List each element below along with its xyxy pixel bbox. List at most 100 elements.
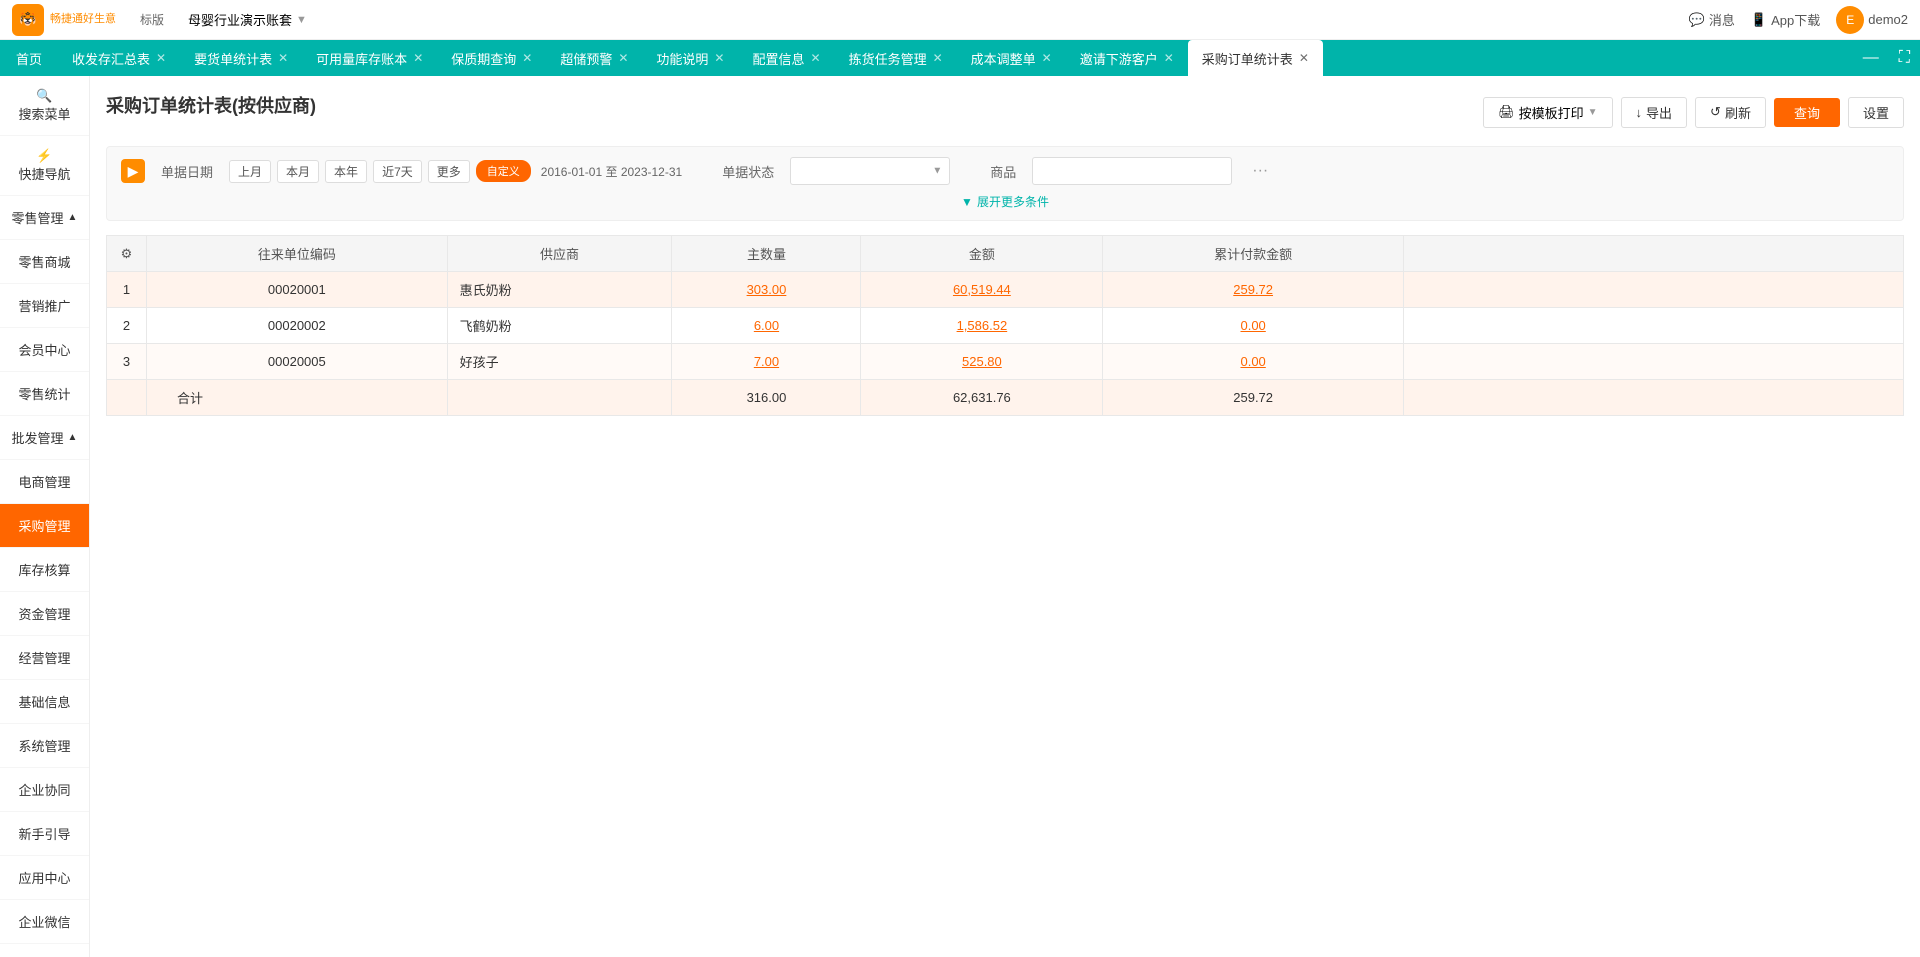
tab-pihuo-close[interactable]: ✕: [933, 51, 943, 65]
settings-btn[interactable]: 设置: [1848, 97, 1904, 128]
tab-chaochuyujing[interactable]: 超储预警 ✕: [546, 40, 642, 76]
tab-chaochuyujing-label: 超储预警: [560, 49, 612, 68]
sidebar-wechat-label: 企业微信: [8, 912, 81, 931]
cell-code-3: 00020005: [147, 344, 448, 380]
sidebar-item-pifa[interactable]: 批发管理 ▲: [0, 416, 89, 460]
tab-caigou-close[interactable]: ✕: [1299, 51, 1309, 65]
goods-input[interactable]: [1032, 157, 1232, 185]
tab-yaohuo-close[interactable]: ✕: [278, 51, 288, 65]
date-last-month-btn[interactable]: 上月: [229, 160, 271, 183]
tab-yaoqing[interactable]: 邀请下游客户 ✕: [1066, 40, 1188, 76]
tab-yaohuo[interactable]: 要货单统计表 ✕: [180, 40, 302, 76]
cell-supplier-3: 好孩子: [447, 344, 672, 380]
sidebar-item-basic[interactable]: 基础信息: [0, 680, 89, 724]
tab-chengben-label: 成本调整单: [971, 49, 1036, 68]
footer-qty: 316.00: [672, 380, 861, 416]
expand-more-btn[interactable]: ▼ 展开更多条件: [121, 193, 1889, 210]
workspace-selector[interactable]: 母婴行业演示账套 ▼: [188, 10, 307, 29]
tab-keyongliang-close[interactable]: ✕: [413, 51, 423, 65]
date-filter-label: 单据日期: [161, 162, 213, 181]
tab-shoufaku[interactable]: 收发存汇总表 ✕: [58, 40, 180, 76]
cell-amount-2: 1,586.52: [861, 308, 1103, 344]
export-btn[interactable]: ↓ 导出: [1621, 97, 1688, 128]
tab-peizhi[interactable]: 配置信息 ✕: [738, 40, 834, 76]
cell-qty-2: 6.00: [672, 308, 861, 344]
cell-extra-3: [1404, 344, 1904, 380]
sidebar-item-quicknav[interactable]: ⚡ 快捷导航: [0, 136, 89, 196]
date-last-7-btn[interactable]: 近7天: [373, 160, 422, 183]
footer-extra: [1404, 380, 1904, 416]
tab-keyongliang-label: 可用量库存账本: [316, 49, 407, 68]
tab-baozhi-close[interactable]: ✕: [522, 51, 532, 65]
sidebar-retailshop-label: 零售商城: [8, 252, 81, 271]
tab-chaochuyujing-close[interactable]: ✕: [618, 51, 628, 65]
footer-empty: [107, 380, 147, 416]
filter-toggle-btn[interactable]: ▶: [121, 159, 145, 183]
sidebar-item-appcenter[interactable]: 应用中心: [0, 856, 89, 900]
workspace-dropdown-icon[interactable]: ▼: [296, 14, 307, 26]
date-range-display: 2016-01-01 至 2023-12-31: [541, 163, 682, 180]
footer-label: 合计: [147, 380, 448, 416]
tab-maximize-btn[interactable]: ⛶: [1889, 40, 1920, 76]
sidebar-item-finance[interactable]: 资金管理: [0, 592, 89, 636]
print-btn[interactable]: 🖨 按模板打印 ▼: [1483, 97, 1612, 128]
sidebar-item-retail[interactable]: 零售管理 ▲: [0, 196, 89, 240]
sidebar-item-ecommerce[interactable]: 电商管理: [0, 460, 89, 504]
date-this-month-btn[interactable]: 本月: [277, 160, 319, 183]
table-header-row: ⚙ 往来单位编码 供应商 主数量 金额 累计付款金额: [107, 236, 1904, 272]
tab-chengben-close[interactable]: ✕: [1042, 51, 1052, 65]
tab-shoufaku-close[interactable]: ✕: [156, 51, 166, 65]
user-menu[interactable]: E demo2: [1836, 6, 1908, 34]
tab-home[interactable]: 首页: [0, 40, 58, 76]
sidebar-item-member[interactable]: 会员中心: [0, 328, 89, 372]
sidebar-item-search[interactable]: 🔍 搜索菜单: [0, 76, 89, 136]
col-settings[interactable]: ⚙: [107, 236, 147, 272]
retail-arrow-icon: ▲: [68, 212, 78, 223]
tab-peizhi-close[interactable]: ✕: [811, 51, 821, 65]
sidebar-item-marketing[interactable]: 营销推广: [0, 284, 89, 328]
sidebar-item-newguide[interactable]: 新手引导: [0, 812, 89, 856]
app-download-btn[interactable]: 📱 App下载: [1751, 10, 1820, 29]
tab-keyongliang[interactable]: 可用量库存账本 ✕: [302, 40, 437, 76]
tab-baozhi[interactable]: 保质期查询 ✕: [437, 40, 546, 76]
query-label: 查询: [1794, 106, 1820, 121]
col-extra: [1404, 236, 1904, 272]
status-select[interactable]: [790, 157, 950, 185]
filter-row: ▶ 单据日期 上月 本月 本年 近7天 更多 自定义 2016-01-01 至 …: [121, 157, 1889, 185]
more-filter-dots[interactable]: ···: [1252, 162, 1268, 180]
query-btn[interactable]: 查询: [1774, 98, 1840, 127]
sidebar-item-inventory[interactable]: 库存核算: [0, 548, 89, 592]
tab-gongneng[interactable]: 功能说明 ✕: [642, 40, 738, 76]
sidebar-item-wechat[interactable]: 企业微信: [0, 900, 89, 944]
date-this-year-btn[interactable]: 本年: [325, 160, 367, 183]
sidebar-item-purchase[interactable]: 采购管理: [0, 504, 89, 548]
date-quick-btns: 上月 本月 本年 近7天 更多 自定义 2016-01-01 至 2023-12…: [229, 160, 682, 183]
tab-yaoqing-close[interactable]: ✕: [1164, 51, 1174, 65]
cell-supplier-2: 飞鹤奶粉: [447, 308, 672, 344]
tab-pihuo[interactable]: 拣货任务管理 ✕: [835, 40, 957, 76]
tab-minimize-btn[interactable]: —: [1853, 40, 1889, 76]
sidebar-newguide-label: 新手引导: [8, 824, 81, 843]
table-footer-row: 合计 316.00 62,631.76 259.72: [107, 380, 1904, 416]
sidebar-item-enterprise[interactable]: 企业协同: [0, 768, 89, 812]
data-table: ⚙ 往来单位编码 供应商 主数量 金额 累计付款金额 1 00020001 惠氏…: [106, 235, 1904, 416]
refresh-btn[interactable]: ↺ 刷新: [1695, 97, 1766, 128]
tab-chengben[interactable]: 成本调整单 ✕: [957, 40, 1066, 76]
main-layout: 🔍 搜索菜单 ⚡ 快捷导航 零售管理 ▲ 零售商城 营销推广 会员中心 零售统计…: [0, 76, 1920, 957]
tab-baozhi-label: 保质期查询: [451, 49, 516, 68]
tab-gongneng-close[interactable]: ✕: [714, 51, 724, 65]
footer-supplier-empty: [447, 380, 672, 416]
date-more-btn[interactable]: 更多: [428, 160, 470, 183]
sidebar-item-vip[interactable]: 畅会员: [0, 944, 89, 957]
print-dropdown-icon[interactable]: ▼: [1588, 107, 1598, 118]
table-row: 3 00020005 好孩子 7.00 525.80 0.00: [107, 344, 1904, 380]
date-custom-btn[interactable]: 自定义: [476, 160, 531, 182]
settings-label: 设置: [1863, 106, 1889, 121]
tab-caigou[interactable]: 采购订单统计表 ✕: [1188, 40, 1323, 76]
message-btn[interactable]: 💬 消息: [1689, 10, 1735, 29]
sidebar-item-retailshop[interactable]: 零售商城: [0, 240, 89, 284]
sidebar-item-operation[interactable]: 经营管理: [0, 636, 89, 680]
sidebar-pifa-label: 批发管理: [12, 428, 64, 447]
sidebar-item-system[interactable]: 系统管理: [0, 724, 89, 768]
sidebar-item-retailstat[interactable]: 零售统计: [0, 372, 89, 416]
